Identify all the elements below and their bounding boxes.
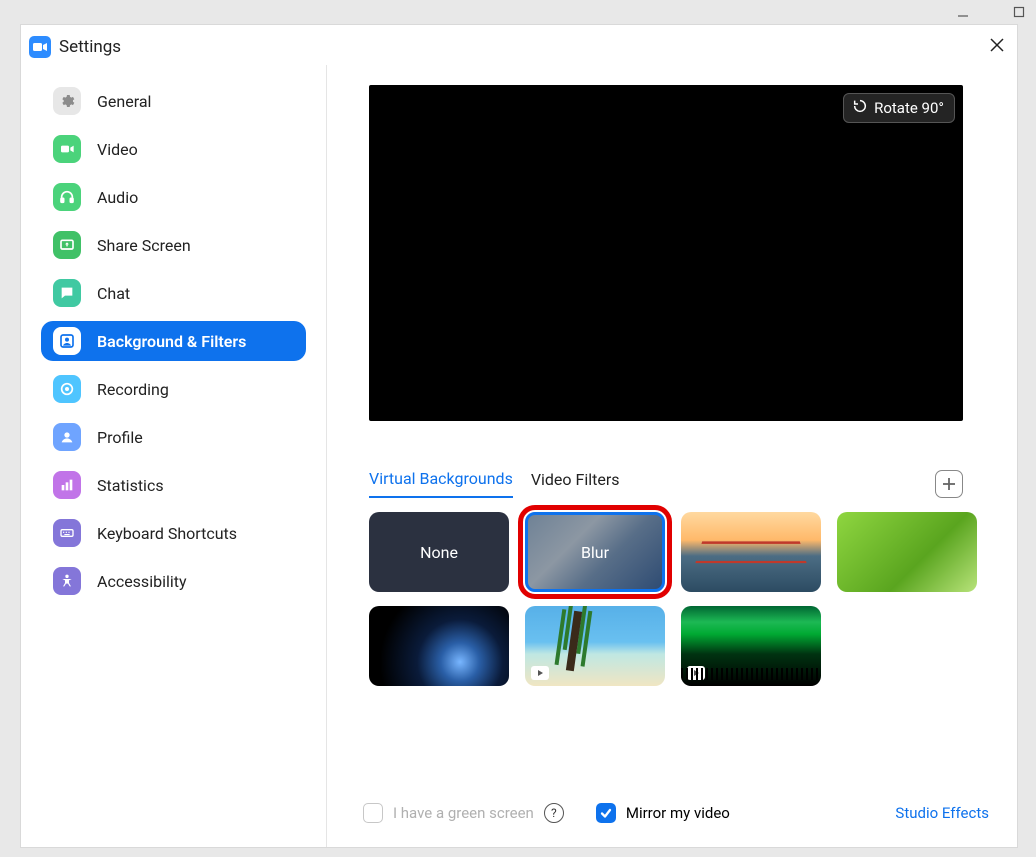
tab-virtual-backgrounds[interactable]: Virtual Backgrounds (369, 469, 513, 498)
keyboard-icon (53, 519, 81, 547)
background-option-blur[interactable]: Blur (525, 512, 665, 592)
sidebar-item-chat[interactable]: Chat (41, 273, 306, 313)
sidebar-item-audio[interactable]: Audio (41, 177, 306, 217)
sidebar-item-background-filters[interactable]: Background & Filters (41, 321, 306, 361)
sidebar-item-accessibility[interactable]: Accessibility (41, 561, 306, 601)
accessibility-icon (53, 567, 81, 595)
sidebar-item-statistics[interactable]: Statistics (41, 465, 306, 505)
sidebar: General Video Audio Share Screen (21, 65, 327, 847)
video-badge-icon (531, 666, 549, 680)
mirror-video-label: Mirror my video (626, 804, 730, 822)
background-option-earth[interactable] (369, 606, 509, 686)
sidebar-item-label: Statistics (97, 476, 164, 495)
footer-controls: I have a green screen ? Mirror my video … (363, 803, 989, 823)
settings-window: Settings General Video (20, 24, 1018, 848)
sidebar-item-label: General (97, 92, 151, 111)
green-screen-label: I have a green screen (393, 804, 534, 822)
background-option-beach[interactable] (525, 606, 665, 686)
sidebar-item-profile[interactable]: Profile (41, 417, 306, 457)
record-icon (53, 375, 81, 403)
gear-icon (53, 87, 81, 115)
studio-effects-link[interactable]: Studio Effects (895, 804, 989, 822)
sidebar-item-label: Background & Filters (97, 332, 246, 351)
rotate-icon (852, 98, 868, 118)
headphones-icon (53, 183, 81, 211)
background-option-aurora[interactable] (681, 606, 821, 686)
video-icon (53, 135, 81, 163)
system-window-controls (946, 0, 1036, 24)
rotate-label: Rotate 90° (874, 99, 944, 117)
chat-icon (53, 279, 81, 307)
background-icon (53, 327, 81, 355)
background-option-label: Blur (581, 543, 609, 562)
sidebar-item-label: Share Screen (97, 236, 191, 255)
tab-video-filters[interactable]: Video Filters (531, 470, 620, 497)
sidebar-item-label: Recording (97, 380, 169, 399)
green-screen-checkbox[interactable] (363, 803, 383, 823)
background-option-label: None (420, 543, 458, 562)
window-title: Settings (59, 37, 121, 57)
sidebar-item-label: Profile (97, 428, 143, 447)
background-grid: None Blur (369, 512, 979, 686)
sidebar-item-general[interactable]: General (41, 81, 306, 121)
background-option-bridge[interactable] (681, 512, 821, 592)
add-background-button[interactable] (935, 470, 963, 498)
system-minimize-button[interactable] (946, 0, 980, 24)
sidebar-item-label: Video (97, 140, 138, 159)
profile-icon (53, 423, 81, 451)
background-option-grass[interactable] (837, 512, 977, 592)
sidebar-item-label: Chat (97, 284, 130, 303)
sidebar-item-recording[interactable]: Recording (41, 369, 306, 409)
zoom-brand-icon (29, 36, 51, 58)
background-tabs: Virtual Backgrounds Video Filters (369, 469, 963, 498)
sidebar-item-share-screen[interactable]: Share Screen (41, 225, 306, 265)
system-maximize-button[interactable] (1002, 0, 1036, 24)
background-option-none[interactable]: None (369, 512, 509, 592)
statistics-icon (53, 471, 81, 499)
sidebar-item-label: Audio (97, 188, 138, 207)
main-pane: Rotate 90° Virtual Backgrounds Video Fil… (327, 65, 1017, 847)
green-screen-help-icon[interactable]: ? (544, 803, 564, 823)
sidebar-item-label: Keyboard Shortcuts (97, 524, 237, 543)
titlebar: Settings (21, 25, 1017, 65)
rotate-90-button[interactable]: Rotate 90° (843, 93, 955, 123)
video-badge-icon (687, 666, 705, 680)
share-screen-icon (53, 231, 81, 259)
sidebar-item-video[interactable]: Video (41, 129, 306, 169)
close-button[interactable] (983, 31, 1011, 59)
video-preview: Rotate 90° (369, 85, 963, 421)
mirror-video-checkbox[interactable] (596, 803, 616, 823)
sidebar-item-keyboard-shortcuts[interactable]: Keyboard Shortcuts (41, 513, 306, 553)
sidebar-item-label: Accessibility (97, 572, 187, 591)
